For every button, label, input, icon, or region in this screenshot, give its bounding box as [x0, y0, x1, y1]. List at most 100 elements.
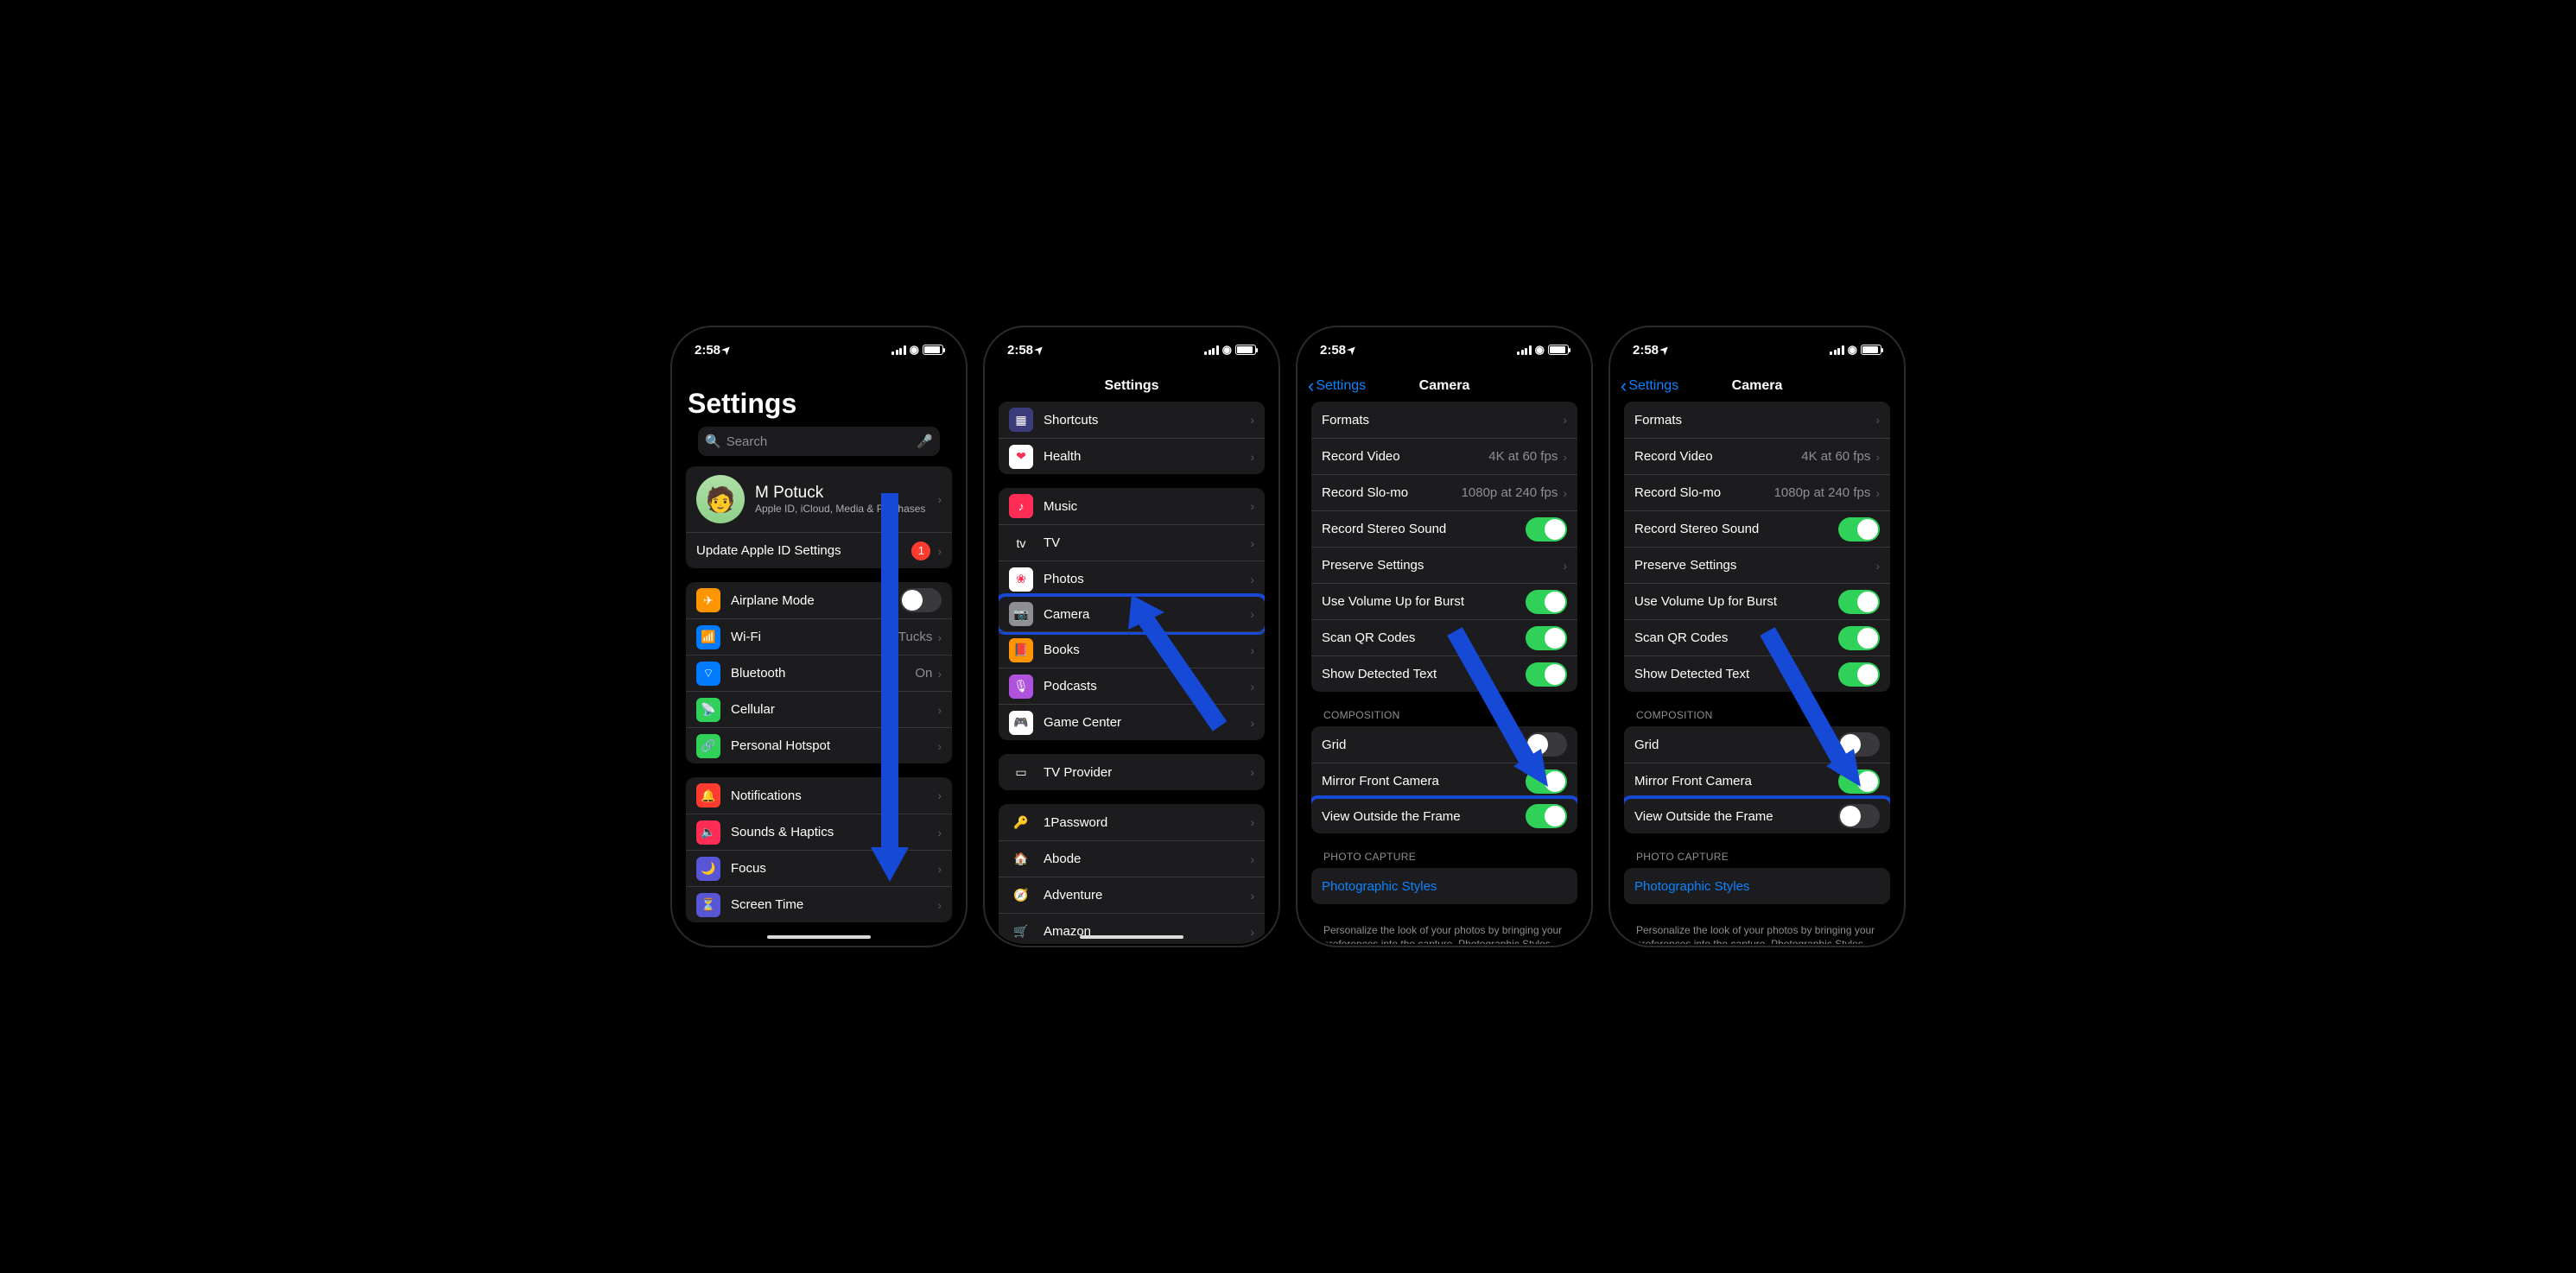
nav-bar: Settings — [987, 370, 1277, 402]
settings-row[interactable]: tvTV› — [999, 524, 1265, 560]
settings-row[interactable]: Mirror Front Camera — [1311, 763, 1577, 799]
row-label: Focus — [731, 861, 937, 876]
toggle[interactable] — [1838, 770, 1880, 794]
chevron-icon: › — [937, 703, 942, 717]
settings-row[interactable]: 🔑1Password› — [999, 804, 1265, 840]
settings-row[interactable]: Show Detected Text — [1624, 656, 1890, 692]
row-label: Camera — [1044, 607, 1250, 622]
settings-row[interactable]: ⏳Screen Time› — [686, 886, 952, 922]
settings-row[interactable]: Formats› — [1624, 402, 1890, 438]
toggle[interactable] — [1838, 732, 1880, 757]
toggle[interactable] — [1526, 804, 1567, 828]
profile-row[interactable]: 🧑 M Potuck Apple ID, iCloud, Media & Pur… — [686, 466, 952, 532]
toggle[interactable] — [1526, 517, 1567, 542]
update-apple-id-row[interactable]: Update Apple ID Settings 1 › — [686, 532, 952, 568]
row-label: Sounds & Haptics — [731, 825, 937, 839]
settings-row[interactable]: Use Volume Up for Burst — [1624, 583, 1890, 619]
settings-row[interactable]: 📶Wi-FiTucks› — [686, 618, 952, 655]
home-indicator[interactable] — [767, 935, 871, 939]
settings-row[interactable]: 🧭Adventure› — [999, 877, 1265, 913]
settings-row[interactable]: 🏠Abode› — [999, 840, 1265, 877]
settings-row[interactable]: 🎮Game Center› — [999, 704, 1265, 740]
settings-row[interactable]: ❀Photos› — [999, 560, 1265, 597]
camera-main-group: Formats›Record Video4K at 60 fps›Record … — [1624, 402, 1890, 692]
app-icon: 📕 — [1009, 638, 1033, 662]
chevron-icon: › — [1250, 499, 1254, 513]
search-input[interactable]: 🔍 Search 🎤 — [698, 427, 940, 456]
settings-row[interactable]: ⌔BluetoothOn› — [686, 655, 952, 691]
settings-row[interactable]: Record Slo-mo1080p at 240 fps› — [1624, 474, 1890, 510]
toggle[interactable] — [1838, 590, 1880, 614]
settings-row[interactable]: 🛒Amazon› — [999, 913, 1265, 944]
settings-row[interactable]: Show Detected Text — [1311, 656, 1577, 692]
row-label: Use Volume Up for Burst — [1322, 594, 1526, 609]
settings-row[interactable]: ✈Airplane Mode — [686, 582, 952, 618]
settings-row[interactable]: ▭TV Provider› — [999, 754, 1265, 790]
toggle[interactable] — [1526, 626, 1567, 650]
settings-row[interactable]: 🔗Personal Hotspot› — [686, 727, 952, 763]
toggle[interactable] — [1526, 732, 1567, 757]
settings-row[interactable]: Preserve Settings› — [1624, 547, 1890, 583]
settings-row[interactable]: Use Volume Up for Burst — [1311, 583, 1577, 619]
nav-bar: ‹ Settings Camera — [1299, 370, 1589, 402]
row-label: View Outside the Frame — [1322, 809, 1526, 824]
toggle[interactable] — [1838, 662, 1880, 687]
settings-row[interactable]: 🔔Notifications› — [686, 777, 952, 814]
photographic-styles-row[interactable]: Photographic Styles — [1624, 868, 1890, 904]
settings-row[interactable]: 🌙Focus› — [686, 850, 952, 886]
settings-row[interactable]: 📡Cellular› — [686, 691, 952, 727]
wifi-icon: ◉ — [1848, 343, 1857, 357]
settings-row[interactable]: ❤Health› — [999, 438, 1265, 474]
settings-row[interactable]: Grid — [1311, 726, 1577, 763]
settings-row[interactable]: Scan QR Codes — [1311, 619, 1577, 656]
row-label: Podcasts — [1044, 679, 1250, 694]
toggle[interactable] — [1526, 770, 1567, 794]
signal-icon — [1517, 345, 1532, 355]
settings-row[interactable]: Grid — [1624, 726, 1890, 763]
row-value: On — [915, 666, 932, 681]
settings-row[interactable]: View Outside the Frame — [1311, 795, 1577, 833]
settings-row[interactable]: Record Slo-mo1080p at 240 fps› — [1311, 474, 1577, 510]
chevron-left-icon: ‹ — [1621, 375, 1627, 397]
settings-row[interactable]: 📷Camera› — [999, 593, 1265, 635]
row-label: Mirror Front Camera — [1634, 774, 1838, 788]
photographic-styles-row[interactable]: Photographic Styles — [1311, 868, 1577, 904]
back-button[interactable]: ‹ Settings — [1621, 375, 1678, 397]
notch — [754, 329, 884, 353]
chevron-icon: › — [1250, 716, 1254, 730]
settings-row[interactable]: ▦Shortcuts› — [999, 402, 1265, 438]
chevron-icon: › — [937, 898, 942, 912]
settings-row[interactable]: Record Stereo Sound — [1311, 510, 1577, 547]
back-button[interactable]: ‹ Settings — [1308, 375, 1366, 397]
settings-row[interactable]: Record Stereo Sound — [1624, 510, 1890, 547]
app-icon: ✈ — [696, 588, 720, 612]
toggle[interactable] — [1838, 804, 1880, 828]
settings-row[interactable]: Formats› — [1311, 402, 1577, 438]
row-value: 4K at 60 fps — [1801, 449, 1870, 464]
home-indicator[interactable] — [1080, 935, 1183, 939]
section-header-composition: Composition — [1624, 706, 1890, 726]
row-label: TV Provider — [1044, 765, 1250, 780]
settings-row[interactable]: Record Video4K at 60 fps› — [1311, 438, 1577, 474]
settings-row[interactable]: Scan QR Codes — [1624, 619, 1890, 656]
settings-row[interactable]: Mirror Front Camera — [1624, 763, 1890, 799]
toggle[interactable] — [1526, 662, 1567, 687]
group-third-party: 🔑1Password›🏠Abode›🧭Adventure›🛒Amazon›🔊AM… — [999, 804, 1265, 944]
status-time: 2:58 — [695, 343, 720, 358]
settings-row[interactable]: Record Video4K at 60 fps› — [1624, 438, 1890, 474]
toggle[interactable] — [900, 588, 942, 612]
settings-row[interactable]: 🔈Sounds & Haptics› — [686, 814, 952, 850]
settings-row[interactable]: View Outside the Frame — [1624, 795, 1890, 833]
nav-bar: ‹ Settings Camera — [1612, 370, 1902, 402]
toggle[interactable] — [1526, 590, 1567, 614]
toggle[interactable] — [1838, 517, 1880, 542]
settings-row[interactable]: ♪Music› — [999, 488, 1265, 524]
toggle[interactable] — [1838, 626, 1880, 650]
settings-row[interactable]: 🎙Podcasts› — [999, 668, 1265, 704]
row-label: Use Volume Up for Burst — [1634, 594, 1838, 609]
status-time: 2:58 — [1320, 343, 1346, 358]
settings-row[interactable]: Preserve Settings› — [1311, 547, 1577, 583]
mic-icon[interactable]: 🎤 — [917, 434, 933, 449]
battery-icon — [1548, 345, 1569, 355]
settings-row[interactable]: 📕Books› — [999, 631, 1265, 668]
